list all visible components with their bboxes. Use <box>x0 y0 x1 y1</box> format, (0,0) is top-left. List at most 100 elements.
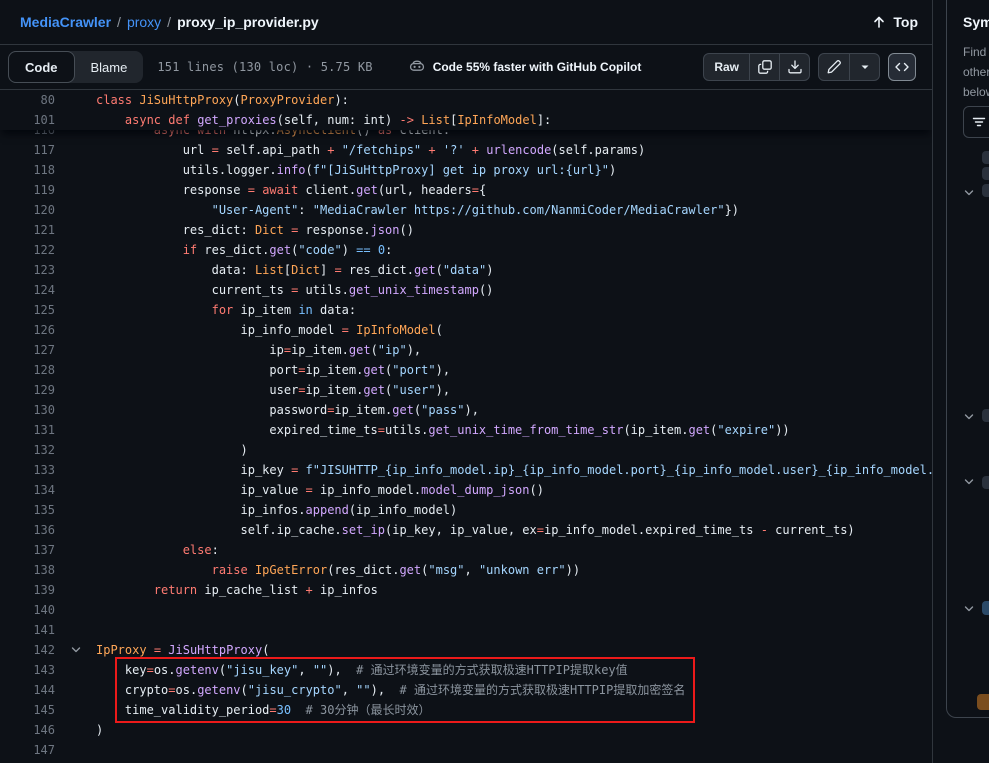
line-number[interactable]: 132 <box>0 440 55 460</box>
breadcrumb-filename: proxy_ip_provider.py <box>177 14 319 30</box>
line-number[interactable]: 127 <box>0 340 55 360</box>
code-line: 120 "User-Agent": "MediaCrawler https://… <box>0 200 932 220</box>
tab-code[interactable]: Code <box>8 51 75 83</box>
symbols-pane-toggle-button[interactable] <box>888 53 916 81</box>
code-line: 123 data: List[Dict] = res_dict.get("dat… <box>0 260 932 280</box>
code-text <box>96 740 932 760</box>
code-text: key=os.getenv("jisu_key", ""), # 通过环境变量的… <box>96 660 932 680</box>
code-text <box>96 620 932 640</box>
code-line: 127 ip=ip_item.get("ip"), <box>0 340 932 360</box>
line-gutter <box>55 90 96 110</box>
line-number[interactable]: 135 <box>0 500 55 520</box>
line-number[interactable]: 130 <box>0 400 55 420</box>
code-line: 139 return ip_cache_list + ip_infos <box>0 580 932 600</box>
symbol-pill[interactable] <box>977 694 989 710</box>
breadcrumb-dir-link[interactable]: proxy <box>127 14 161 30</box>
symbol-group-chevron-icon[interactable] <box>963 602 975 620</box>
line-number[interactable]: 128 <box>0 360 55 380</box>
line-number[interactable]: 144 <box>0 680 55 700</box>
code-line: 119 response = await client.get(url, hea… <box>0 180 932 200</box>
line-number[interactable]: 117 <box>0 140 55 160</box>
symbol-group-chevron-icon[interactable] <box>963 410 975 428</box>
line-number[interactable]: 120 <box>0 200 55 220</box>
line-number[interactable]: 131 <box>0 420 55 440</box>
line-number[interactable]: 124 <box>0 280 55 300</box>
line-gutter <box>55 240 96 260</box>
download-button[interactable] <box>779 54 809 80</box>
raw-button[interactable]: Raw <box>704 54 749 80</box>
line-gutter <box>55 320 96 340</box>
line-gutter <box>55 480 96 500</box>
code-text: ) <box>96 440 932 460</box>
symbol-group-chevron-icon[interactable] <box>963 186 975 204</box>
code-line: 101 async def get_proxies(self, num: int… <box>0 110 932 130</box>
symbol-pill[interactable] <box>982 409 989 422</box>
edit-button[interactable] <box>819 54 849 80</box>
line-number[interactable]: 136 <box>0 520 55 540</box>
line-number[interactable]: 140 <box>0 600 55 620</box>
line-number[interactable]: 147 <box>0 740 55 760</box>
copilot-banner[interactable]: Code 55% faster with GitHub Copilot <box>409 59 642 75</box>
symbol-pill[interactable] <box>982 184 989 197</box>
collapse-chevron-icon <box>70 644 82 656</box>
code-line: 143 key=os.getenv("jisu_key", ""), # 通过环… <box>0 660 932 680</box>
line-number[interactable]: 137 <box>0 540 55 560</box>
line-gutter <box>55 400 96 420</box>
line-number[interactable]: 126 <box>0 320 55 340</box>
line-number[interactable]: 138 <box>0 560 55 580</box>
code-line: 135 ip_infos.append(ip_info_model) <box>0 500 932 520</box>
line-number[interactable]: 101 <box>0 110 55 130</box>
line-gutter <box>55 280 96 300</box>
code-text: raise IpGetError(res_dict.get("msg", "un… <box>96 560 932 580</box>
line-number[interactable]: 125 <box>0 300 55 320</box>
line-number[interactable]: 142 <box>0 640 55 660</box>
line-gutter <box>55 440 96 460</box>
line-gutter <box>55 580 96 600</box>
edit-dropdown-button[interactable] <box>849 54 879 80</box>
line-number[interactable]: 133 <box>0 460 55 480</box>
line-collapse-toggle[interactable] <box>55 640 96 660</box>
line-number[interactable]: 80 <box>0 90 55 110</box>
line-gutter <box>55 660 96 680</box>
line-number[interactable]: 143 <box>0 660 55 680</box>
breadcrumb-separator: / <box>111 14 127 30</box>
line-number[interactable]: 123 <box>0 260 55 280</box>
symbol-group-chevron-icon[interactable] <box>963 475 975 493</box>
line-number[interactable]: 134 <box>0 480 55 500</box>
line-number[interactable]: 146 <box>0 720 55 740</box>
code-line: 125 for ip_item in data: <box>0 300 932 320</box>
code-text: self.ip_cache.set_ip(ip_key, ip_value, e… <box>96 520 932 540</box>
symbols-filter-button[interactable] <box>963 106 989 138</box>
line-number[interactable]: 118 <box>0 160 55 180</box>
line-gutter <box>55 220 96 240</box>
copy-button[interactable] <box>749 54 779 80</box>
code-line: 138 raise IpGetError(res_dict.get("msg",… <box>0 560 932 580</box>
symbol-pill[interactable] <box>982 476 989 489</box>
line-number[interactable]: 139 <box>0 580 55 600</box>
line-gutter <box>55 700 96 720</box>
line-number[interactable]: 145 <box>0 700 55 720</box>
tab-blame[interactable]: Blame <box>75 51 144 83</box>
code-text: if res_dict.get("code") == 0: <box>96 240 932 260</box>
line-number[interactable]: 141 <box>0 620 55 640</box>
symbol-pill[interactable] <box>982 601 989 615</box>
sticky-scope-lines: 80class JiSuHttpProxy(ProxyProvider):101… <box>0 90 932 130</box>
line-number[interactable]: 119 <box>0 180 55 200</box>
code-text: ip=ip_item.get("ip"), <box>96 340 932 360</box>
breadcrumb-repo-link[interactable]: MediaCrawler <box>20 14 111 30</box>
code-line: 80class JiSuHttpProxy(ProxyProvider): <box>0 90 932 110</box>
symbol-pill[interactable] <box>982 167 989 180</box>
code-line: 147 <box>0 740 932 760</box>
line-number[interactable]: 122 <box>0 240 55 260</box>
line-number[interactable]: 129 <box>0 380 55 400</box>
code-line: 136 self.ip_cache.set_ip(ip_key, ip_valu… <box>0 520 932 540</box>
code-line: 121 res_dict: Dict = response.json() <box>0 220 932 240</box>
symbols-panel-title: Symbols <box>947 0 989 30</box>
code-line: 129 user=ip_item.get("user"), <box>0 380 932 400</box>
symbol-pill[interactable] <box>982 151 989 164</box>
copilot-icon <box>409 59 425 75</box>
download-icon <box>787 59 803 75</box>
line-number[interactable]: 121 <box>0 220 55 240</box>
back-to-top-button[interactable]: Top <box>871 14 918 30</box>
code-line: 128 port=ip_item.get("port"), <box>0 360 932 380</box>
